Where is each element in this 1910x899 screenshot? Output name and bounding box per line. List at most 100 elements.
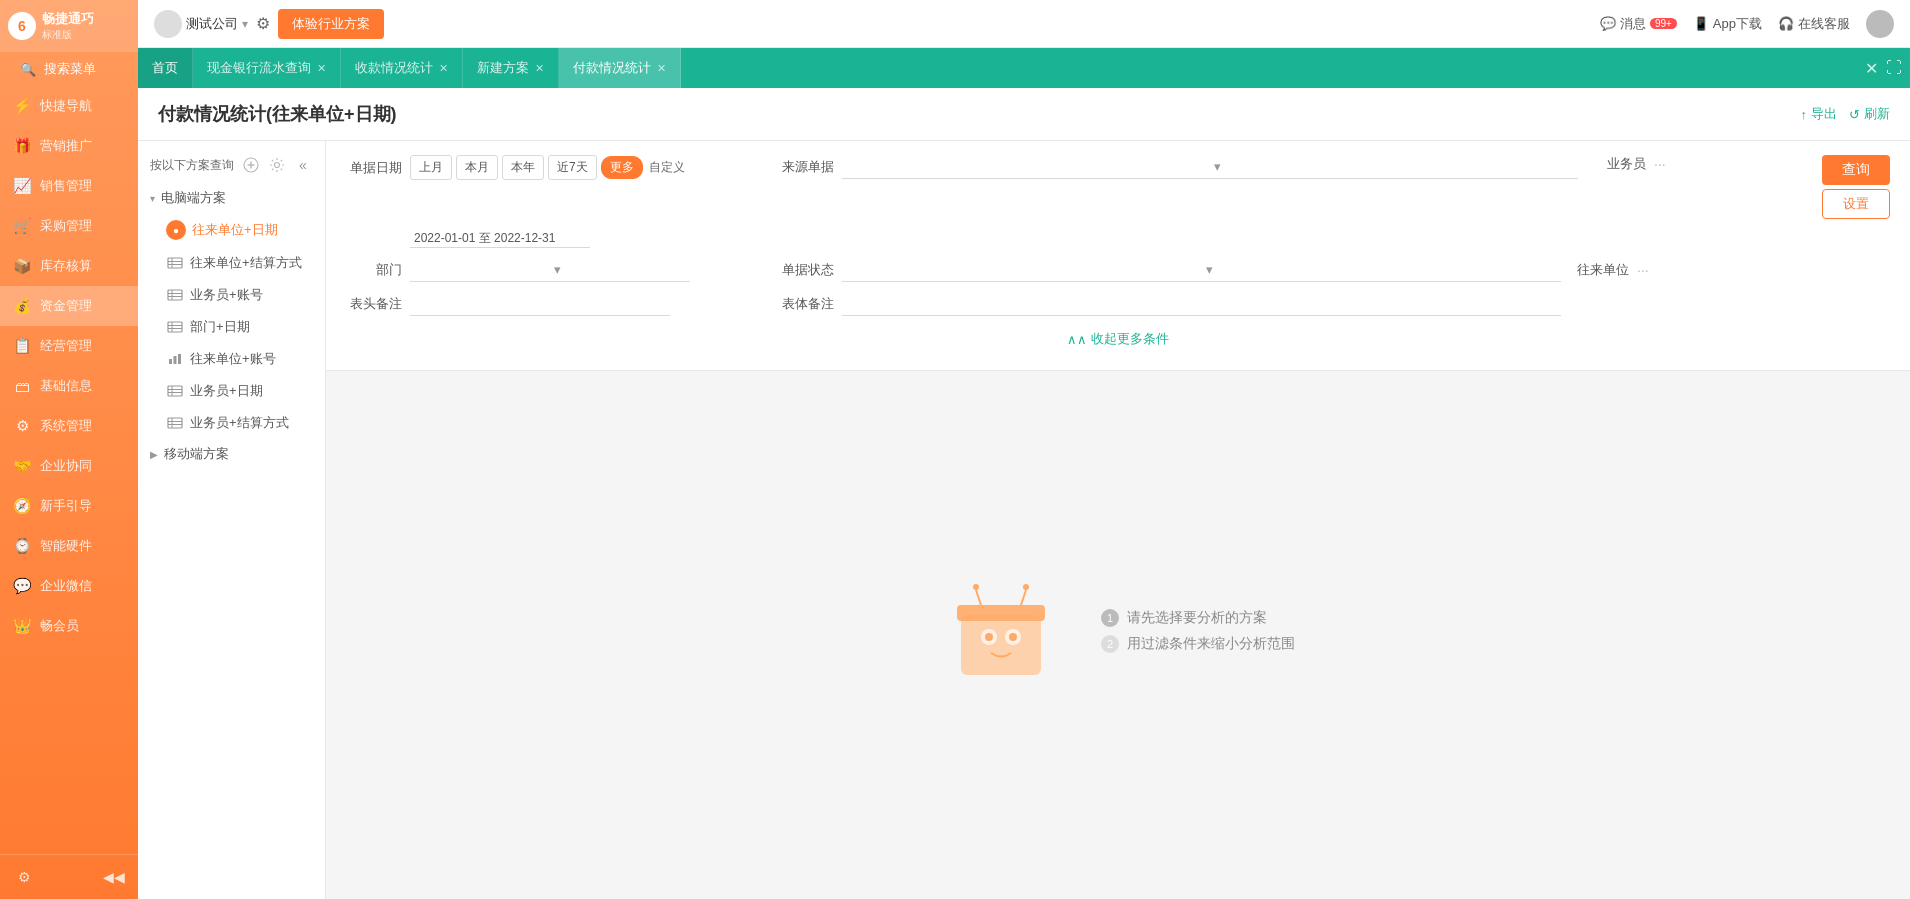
app-download-button[interactable]: 📱 App下载 [1693,15,1762,33]
add-scheme-icon[interactable] [241,155,261,175]
table-icon-2 [166,286,184,304]
step-2-num: 2 [1101,635,1119,653]
sidebar-item-enterprise[interactable]: 🤝 企业协同 [0,446,138,486]
salesman-dots: ··· [1654,156,1666,172]
svg-rect-18 [178,354,181,364]
topbar-gear-icon[interactable]: ⚙ [256,14,270,33]
svg-rect-8 [168,290,182,300]
svg-rect-19 [168,386,182,396]
marketing-icon: 🎁 [12,136,32,156]
collapse-button[interactable]: ∧∧ 收起更多条件 [346,322,1890,356]
sidebar-item-basic-info[interactable]: 🗃 基础信息 [0,366,138,406]
counterparty-label: 往来单位 [1573,261,1629,279]
mobile-scheme-arrow-icon: ▶ [150,449,158,460]
purchase-icon: 🛒 [12,216,32,236]
voucher-status-select[interactable]: ▾ [842,258,1561,282]
empty-step-1: 1 请先选择要分析的方案 [1101,609,1295,627]
company-name: 测试公司 [186,15,238,33]
trial-button[interactable]: 体验行业方案 [278,9,384,39]
date-btn-more[interactable]: 更多 [601,156,643,179]
sidebar-item-system[interactable]: ⚙ 系统管理 [0,406,138,446]
sidebar-item-wechat[interactable]: 💬 企业微信 [0,566,138,606]
close-all-tabs-icon[interactable]: ✕ [1865,59,1878,78]
svg-point-31 [985,633,993,641]
date-range-input[interactable] [410,229,590,248]
user-avatar[interactable] [1866,10,1894,38]
sidebar-item-purchase[interactable]: 🛒 采购管理 [0,206,138,246]
sidebar-item-capital[interactable]: 💰 资金管理 [0,286,138,326]
voucher-status-label: 单据状态 [778,261,834,279]
sidebar-item-guide[interactable]: 🧭 新手引导 [0,486,138,526]
source-doc-label: 来源单据 [778,158,834,176]
online-service-button[interactable]: 🎧 在线客服 [1778,15,1850,33]
tab-home[interactable]: 首页 [138,48,193,88]
query-button[interactable]: 查询 [1822,155,1890,185]
export-button[interactable]: ↑ 导出 [1801,105,1838,123]
app-icon: 📱 [1693,16,1709,31]
tabs-spacer [681,48,1857,88]
sidebar-item-marketing[interactable]: 🎁 营销推广 [0,126,138,166]
message-icon: 💬 [1600,16,1616,31]
capital-icon: 💰 [12,296,32,316]
tabs-bar: 首页 现金银行流水查询 ✕ 收款情况统计 ✕ 新建方案 ✕ 付款情况统计 ✕ ✕… [138,48,1910,88]
mobile-scheme-group-header[interactable]: ▶ 移动端方案 [138,439,325,469]
pc-scheme-group-header[interactable]: ▾ 电脑端方案 [138,183,325,213]
guide-icon: 🧭 [12,496,32,516]
tab-bank-flow[interactable]: 现金银行流水查询 ✕ [193,48,341,88]
settings-button[interactable]: 设置 [1822,189,1890,219]
scheme-item-counterparty-settle[interactable]: 往来单位+结算方式 [138,247,325,279]
header-note-input[interactable] [410,292,670,316]
sidebar-item-inventory[interactable]: 📦 库存核算 [0,246,138,286]
sidebar-search[interactable]: 🔍 搜索菜单 [0,52,138,86]
scheme-item-salesman-settle[interactable]: 业务员+结算方式 [138,407,325,439]
page-actions: ↑ 导出 ↺ 刷新 [1801,105,1891,123]
svg-rect-23 [168,418,182,428]
scheme-item-salesman-date[interactable]: 业务员+日期 [138,375,325,407]
message-button[interactable]: 💬 消息 99+ [1600,15,1677,33]
sidebar-item-sales[interactable]: 📈 销售管理 [0,166,138,206]
date-btn-this-month[interactable]: 本月 [456,155,498,180]
collapse-up-icon: ∧∧ [1067,332,1087,347]
voucher-status-arrow-icon: ▾ [1206,262,1554,277]
sidebar-item-operations[interactable]: 📋 经营管理 [0,326,138,366]
sidebar-item-quick-nav[interactable]: ⚡ 快捷导航 [0,86,138,126]
source-doc-select[interactable]: ▾ [842,155,1578,179]
scheme-item-counterparty-account[interactable]: 往来单位+账号 [138,343,325,375]
sidebar-item-hardware[interactable]: ⌚ 智能硬件 [0,526,138,566]
scheme-item-salesman-account[interactable]: 业务员+账号 [138,279,325,311]
date-label: 单据日期 [346,159,402,177]
date-btn-last-month[interactable]: 上月 [410,155,452,180]
topbar: 测试公司 ▾ ⚙ 体验行业方案 💬 消息 99+ 📱 App下载 🎧 在线客服 [138,0,1910,48]
tab-new-scheme[interactable]: 新建方案 ✕ [463,48,559,88]
tab-collection-stats-close-icon[interactable]: ✕ [439,62,448,75]
svg-rect-4 [168,258,182,268]
date-btn-last-7-days[interactable]: 近7天 [548,155,597,180]
tab-payment-stats[interactable]: 付款情况统计 ✕ [559,48,681,88]
footer-settings-icon[interactable]: ⚙ [12,865,36,889]
collapse-panel-icon[interactable]: « [293,155,313,175]
refresh-button[interactable]: ↺ 刷新 [1849,105,1890,123]
date-btn-this-year[interactable]: 本年 [502,155,544,180]
body-area: 按以下方案查询 « ▾ 电脑端方案 [138,141,1910,899]
table-icon-1 [166,254,184,272]
body-note-input[interactable] [842,292,1561,316]
dept-label: 部门 [346,261,402,279]
sidebar-nav: ⚡ 快捷导航 🎁 营销推广 📈 销售管理 🛒 采购管理 📦 库存核算 💰 资金管… [0,86,138,854]
sidebar-item-member[interactable]: 👑 畅会员 [0,606,138,646]
company-selector[interactable]: 测试公司 ▾ [154,10,248,38]
tab-payment-stats-close-icon[interactable]: ✕ [657,62,666,75]
header-note-label: 表头备注 [346,295,402,313]
company-chevron-icon[interactable]: ▾ [242,17,248,31]
expand-tabs-icon[interactable]: ⛶ [1886,59,1902,77]
scheme-item-dept-date[interactable]: 部门+日期 [138,311,325,343]
scheme-item-counterparty-date[interactable]: ● 往来单位+日期 [138,213,325,247]
footer-collapse-icon[interactable]: ◀◀ [102,865,126,889]
member-icon: 👑 [12,616,32,636]
tabs-actions: ✕ ⛶ [1857,48,1910,88]
tab-bank-flow-close-icon[interactable]: ✕ [317,62,326,75]
tab-new-scheme-close-icon[interactable]: ✕ [535,62,544,75]
logo-sub: 标准版 [42,28,94,42]
scheme-settings-icon[interactable] [267,155,287,175]
dept-select[interactable]: ▾ [410,258,690,282]
tab-collection-stats[interactable]: 收款情况统计 ✕ [341,48,463,88]
